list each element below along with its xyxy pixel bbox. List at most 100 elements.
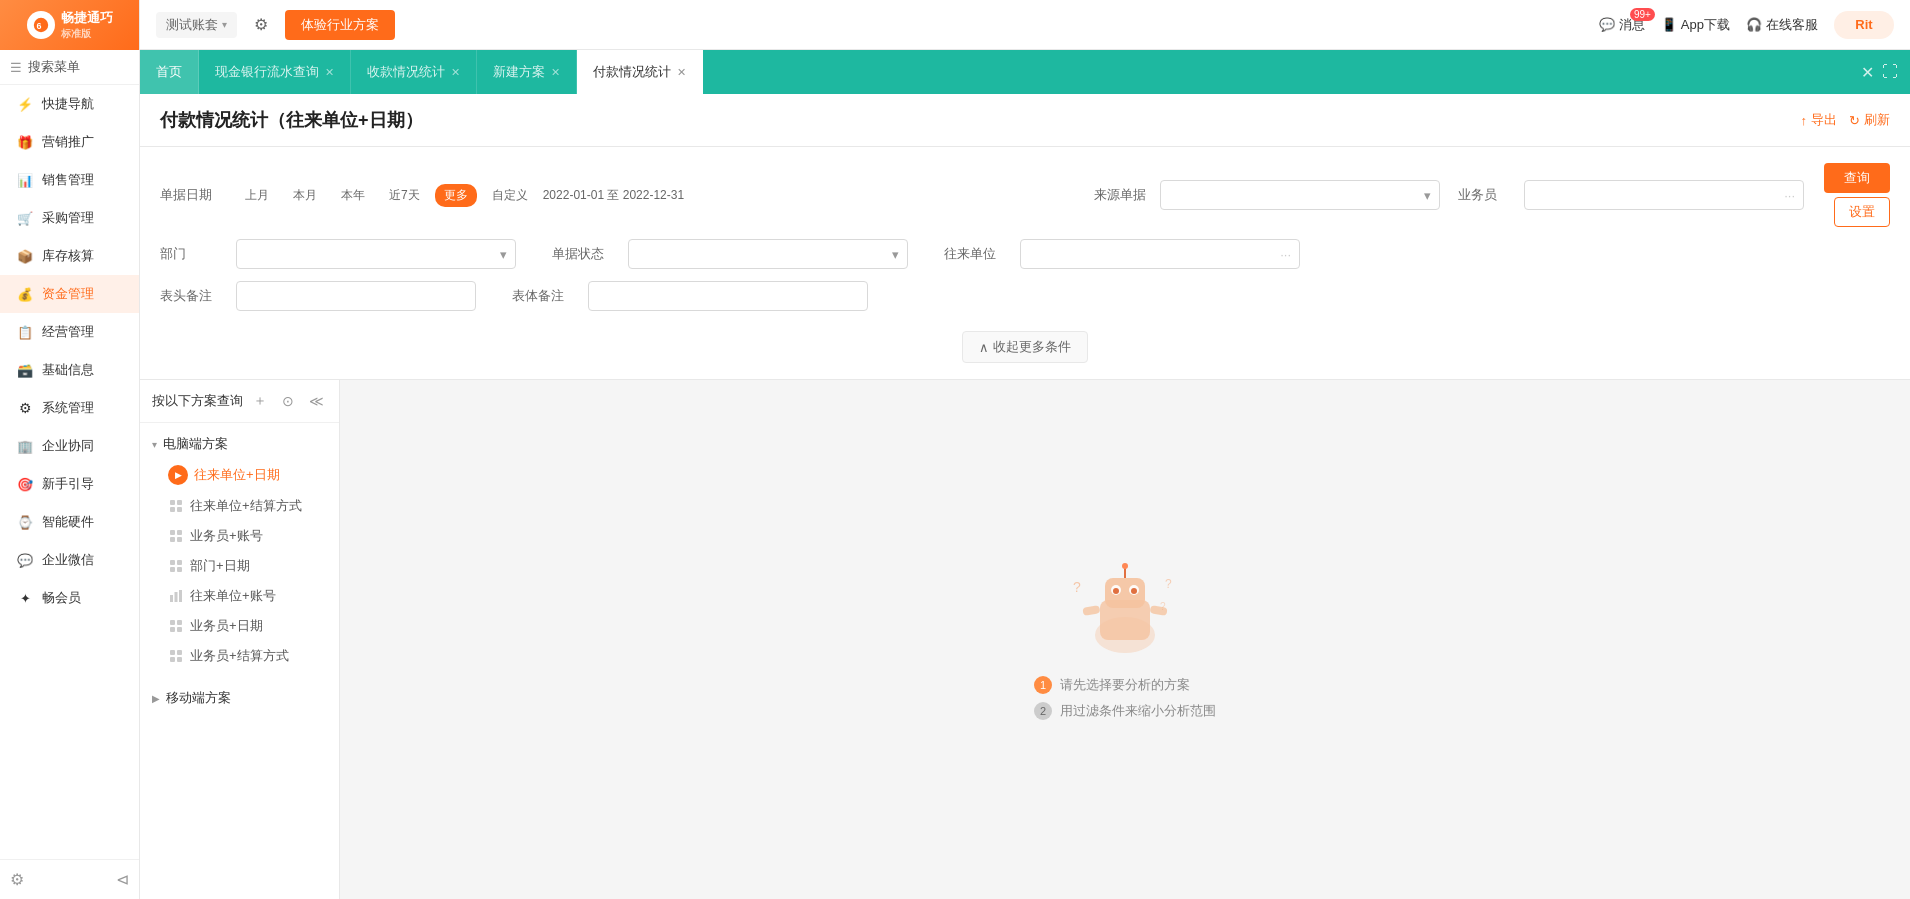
filter-settings-button[interactable]: 设置 — [1834, 197, 1890, 227]
tab-receipt-stats[interactable]: 收款情况统计 ✕ — [351, 50, 477, 94]
svg-rect-21 — [170, 650, 175, 655]
svg-rect-27 — [1105, 578, 1145, 608]
tab-payment-stats-label: 付款情况统计 — [593, 63, 671, 81]
trial-industry-button[interactable]: 体验行业方案 — [285, 10, 395, 40]
tab-cash-flow-label: 现金银行流水查询 — [215, 63, 319, 81]
scheme-item-dept-date[interactable]: 部门+日期 — [140, 551, 339, 581]
online-service-button[interactable]: 🎧 在线客服 — [1746, 16, 1818, 34]
date-btn-this-month[interactable]: 本月 — [284, 184, 326, 207]
scheme-item-unit-account[interactable]: 往来单位+账号 — [140, 581, 339, 611]
svg-point-33 — [1122, 563, 1128, 569]
maximize-button[interactable]: ⛶ — [1882, 63, 1898, 81]
dropdown-icon: ▾ — [222, 19, 227, 30]
scheme-item-staff-date[interactable]: 业务员+日期 — [140, 611, 339, 641]
nav-label: 库存核算 — [42, 247, 94, 265]
tab-cash-flow-close[interactable]: ✕ — [325, 66, 334, 79]
tab-receipt-stats-label: 收款情况统计 — [367, 63, 445, 81]
date-range-picker: 上月 本月 本年 近7天 更多 自定义 2022-01-01 至 2022-12… — [236, 184, 684, 207]
svg-text:?: ? — [1165, 577, 1172, 591]
svg-rect-34 — [1082, 605, 1100, 616]
messages-button[interactable]: 💬 消息 99+ — [1599, 16, 1645, 34]
date-btn-custom[interactable]: 自定义 — [483, 184, 537, 207]
head-note-input[interactable] — [236, 281, 476, 311]
download-icon: 📱 — [1661, 17, 1677, 32]
salesperson-select[interactable]: ··· — [1524, 180, 1804, 210]
headset-icon: 🎧 — [1746, 17, 1762, 32]
filter-row-notes: 表头备注 表体备注 — [160, 281, 1890, 311]
sidebar-item-purchase[interactable]: 🛒 采购管理 — [0, 199, 139, 237]
tabbar-actions: ✕ ⛶ — [1849, 50, 1910, 94]
sidebar-item-marketing[interactable]: 🎁 营销推广 — [0, 123, 139, 161]
settings-icon[interactable]: ⚙ — [10, 870, 24, 889]
body-area: 按以下方案查询 ＋ ⊙ ≪ ▾ 电脑端方案 ▶ 往来单位+日期 — [140, 380, 1910, 899]
desktop-section-label: 电脑端方案 — [163, 435, 228, 453]
refresh-button[interactable]: ↻ 刷新 — [1849, 111, 1890, 129]
box-icon: 📦 — [16, 247, 34, 265]
scheme-item-unit-settle[interactable]: 往来单位+结算方式 — [140, 491, 339, 521]
sidebar-item-guide[interactable]: 🎯 新手引导 — [0, 465, 139, 503]
tab-new-scheme[interactable]: 新建方案 ✕ — [477, 50, 577, 94]
sidebar-item-inventory[interactable]: 📦 库存核算 — [0, 237, 139, 275]
scheme-label: 业务员+日期 — [190, 617, 263, 635]
svg-rect-22 — [177, 650, 182, 655]
sidebar-item-finance[interactable]: 💰 资金管理 — [0, 275, 139, 313]
tab-receipt-stats-close[interactable]: ✕ — [451, 66, 460, 79]
tab-payment-stats[interactable]: 付款情况统计 ✕ — [577, 50, 703, 94]
sidebar-item-quick-nav[interactable]: ⚡ 快捷导航 — [0, 85, 139, 123]
wechat-icon: 💬 — [16, 551, 34, 569]
sidebar-item-basic[interactable]: 🗃️ 基础信息 — [0, 351, 139, 389]
vip-icon: ✦ — [16, 589, 34, 607]
counterpart-select[interactable]: ··· — [1020, 239, 1300, 269]
sidebar-item-hardware[interactable]: ⌚ 智能硬件 — [0, 503, 139, 541]
nav-label: 系统管理 — [42, 399, 94, 417]
sidebar-item-system[interactable]: ⚙ 系统管理 — [0, 389, 139, 427]
mobile-section-header[interactable]: ▶ 移动端方案 — [140, 683, 339, 713]
tab-new-scheme-close[interactable]: ✕ — [551, 66, 560, 79]
date-btn-7days[interactable]: 近7天 — [380, 184, 429, 207]
scheme-label: 部门+日期 — [190, 557, 250, 575]
body-note-input[interactable] — [588, 281, 868, 311]
query-button[interactable]: 查询 — [1824, 163, 1890, 193]
page-header-actions: ↑ 导出 ↻ 刷新 — [1801, 111, 1891, 129]
scheme-item-unit-date[interactable]: ▶ 往来单位+日期 — [140, 459, 339, 491]
app-name: 畅捷通巧 — [61, 9, 113, 27]
date-btn-more[interactable]: 更多 — [435, 184, 477, 207]
scheme-settings-button[interactable]: ⊙ — [277, 390, 299, 412]
collapse-conditions-button[interactable]: ∧ 收起更多条件 — [962, 331, 1088, 363]
topbar-left: 测试账套 ▾ ⚙ 体验行业方案 — [156, 9, 395, 41]
collapse-sidebar-icon[interactable]: ⊲ — [116, 870, 129, 889]
tab-payment-stats-close[interactable]: ✕ — [677, 66, 686, 79]
collapse-icon: ∧ — [979, 340, 989, 355]
app-download-button[interactable]: 📱 App下载 — [1661, 16, 1730, 34]
sidebar-item-wechat[interactable]: 💬 企业微信 — [0, 541, 139, 579]
filter-row-dept: 部门 ▾ 单据状态 ▾ 往来单位 ··· — [160, 239, 1890, 269]
close-all-tabs-button[interactable]: ✕ — [1861, 63, 1874, 82]
search-menu[interactable]: ☰ 搜索菜单 — [0, 50, 139, 85]
account-selector[interactable]: 测试账套 ▾ — [156, 12, 237, 38]
date-btn-this-year[interactable]: 本年 — [332, 184, 374, 207]
tab-home[interactable]: 首页 — [140, 50, 199, 94]
step1-text: 请先选择要分析的方案 — [1060, 676, 1190, 694]
empty-step-1: 1 请先选择要分析的方案 — [1034, 676, 1216, 694]
nav-label: 新手引导 — [42, 475, 94, 493]
scheme-label: 业务员+结算方式 — [190, 647, 289, 665]
settings-gear-button[interactable]: ⚙ — [245, 9, 277, 41]
source-doc-select[interactable]: ▾ — [1160, 180, 1440, 210]
sidebar-item-enterprise[interactable]: 🏢 企业协同 — [0, 427, 139, 465]
sidebar-header: 6 畅捷通巧 标准版 — [0, 0, 139, 50]
enterprise-icon: 🏢 — [16, 437, 34, 455]
sidebar-item-sales[interactable]: 📊 销售管理 — [0, 161, 139, 199]
export-button[interactable]: ↑ 导出 — [1801, 111, 1838, 129]
department-select[interactable]: ▾ — [236, 239, 516, 269]
sidebar-item-member[interactable]: ✦ 畅会员 — [0, 579, 139, 617]
sidebar-item-operation[interactable]: 📋 经营管理 — [0, 313, 139, 351]
tab-cash-flow[interactable]: 现金银行流水查询 ✕ — [199, 50, 351, 94]
panel-collapse-button[interactable]: ≪ — [305, 390, 327, 412]
scheme-item-staff-account[interactable]: 业务员+账号 — [140, 521, 339, 551]
doc-status-select[interactable]: ▾ — [628, 239, 908, 269]
scheme-item-staff-settle[interactable]: 业务员+结算方式 — [140, 641, 339, 671]
add-scheme-button[interactable]: ＋ — [249, 390, 271, 412]
desktop-section-header[interactable]: ▾ 电脑端方案 — [140, 429, 339, 459]
user-avatar[interactable]: Rit — [1834, 11, 1894, 39]
date-btn-last-month[interactable]: 上月 — [236, 184, 278, 207]
